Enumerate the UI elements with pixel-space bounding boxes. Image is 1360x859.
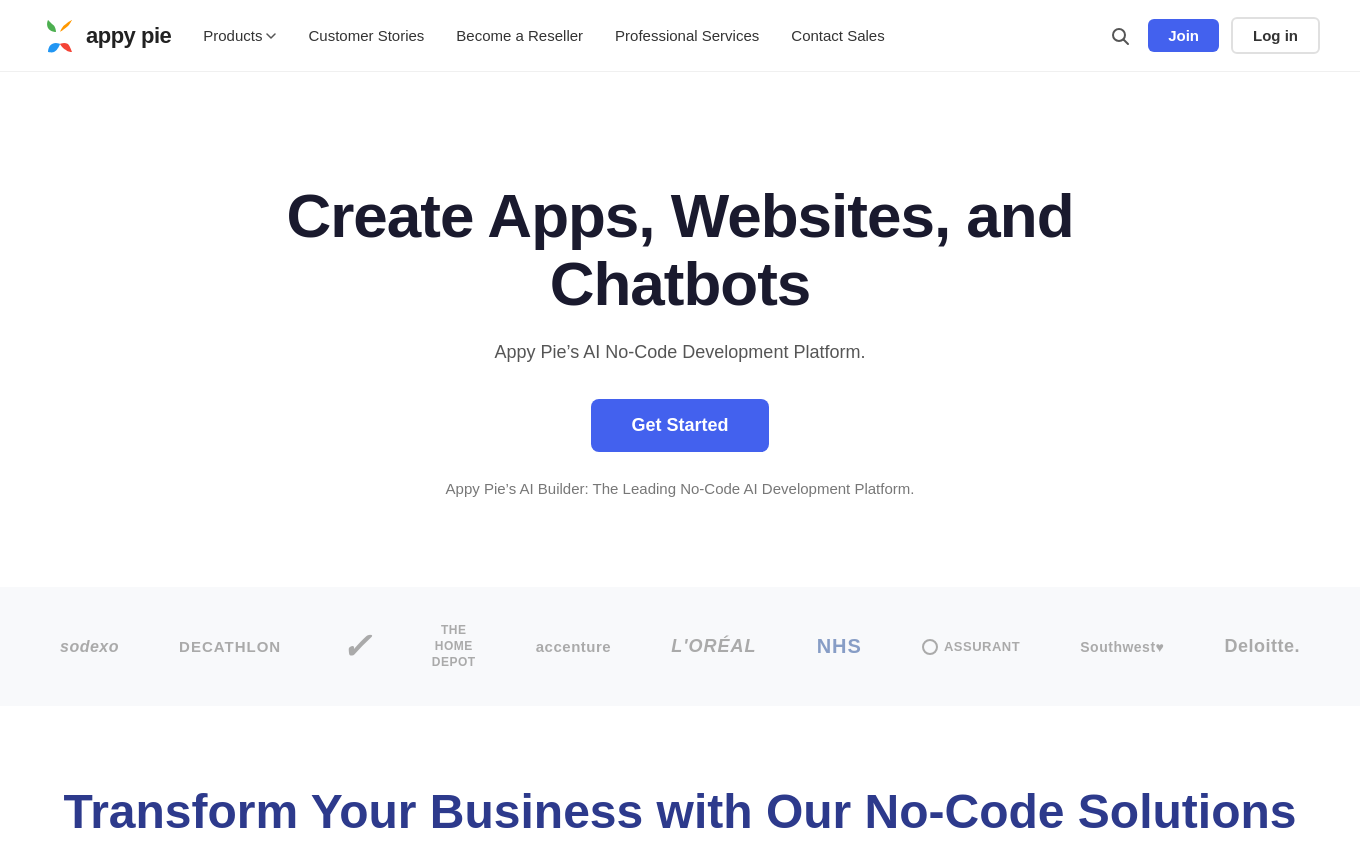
nav-products[interactable]: Products — [203, 27, 276, 44]
logo-nhs: NHS — [817, 635, 862, 658]
logo-deloitte: Deloitte. — [1224, 636, 1300, 657]
logo-link[interactable]: appy pie — [40, 16, 171, 56]
search-icon — [1110, 26, 1130, 46]
nav-customer-stories[interactable]: Customer Stories — [308, 27, 424, 44]
login-button[interactable]: Log in — [1231, 17, 1320, 54]
join-button[interactable]: Join — [1148, 19, 1219, 52]
svg-line-2 — [1124, 39, 1129, 44]
logos-band: sodexo DECATHLON ✓ THEHOMEDEPOT accentur… — [0, 587, 1360, 706]
logo-nike: ✓ — [341, 626, 372, 668]
logo-icon — [40, 16, 80, 56]
nav-professional-services[interactable]: Professional Services — [615, 27, 759, 44]
svg-point-0 — [56, 32, 64, 40]
get-started-button[interactable]: Get Started — [591, 399, 768, 452]
hero-tagline: Appy Pie’s AI Builder: The Leading No-Co… — [150, 480, 1210, 497]
assurant-circle-icon — [922, 639, 938, 655]
bottom-title: Transform Your Business with Our No-Code… — [20, 786, 1340, 839]
logo-southwest: Southwest♥ — [1080, 639, 1164, 655]
hero-section: Create Apps, Websites, and Chatbots Appy… — [130, 72, 1230, 587]
search-button[interactable] — [1104, 20, 1136, 52]
logo-assurant: ASSURANT — [922, 639, 1020, 655]
logo-accenture: accenture — [536, 638, 611, 655]
nav-contact-sales[interactable]: Contact Sales — [791, 27, 884, 44]
logo-homedepot: THEHOMEDEPOT — [432, 623, 476, 670]
logo-decathlon: DECATHLON — [179, 638, 281, 655]
nav-become-reseller[interactable]: Become a Reseller — [456, 27, 583, 44]
nav-links: Products Customer Stories Become a Resel… — [203, 27, 1104, 44]
bottom-section: Transform Your Business with Our No-Code… — [0, 706, 1360, 859]
navbar: appy pie Products Customer Stories Becom… — [0, 0, 1360, 72]
hero-subtitle: Appy Pie’s AI No-Code Development Platfo… — [150, 342, 1210, 363]
chevron-down-icon — [266, 31, 276, 41]
logo-text: appy pie — [86, 23, 171, 49]
hero-title: Create Apps, Websites, and Chatbots — [150, 182, 1210, 318]
logo-loreal: L'ORÉAL — [671, 636, 756, 657]
logo-sodexo: sodexo — [60, 638, 119, 656]
nav-actions: Join Log in — [1104, 17, 1320, 54]
